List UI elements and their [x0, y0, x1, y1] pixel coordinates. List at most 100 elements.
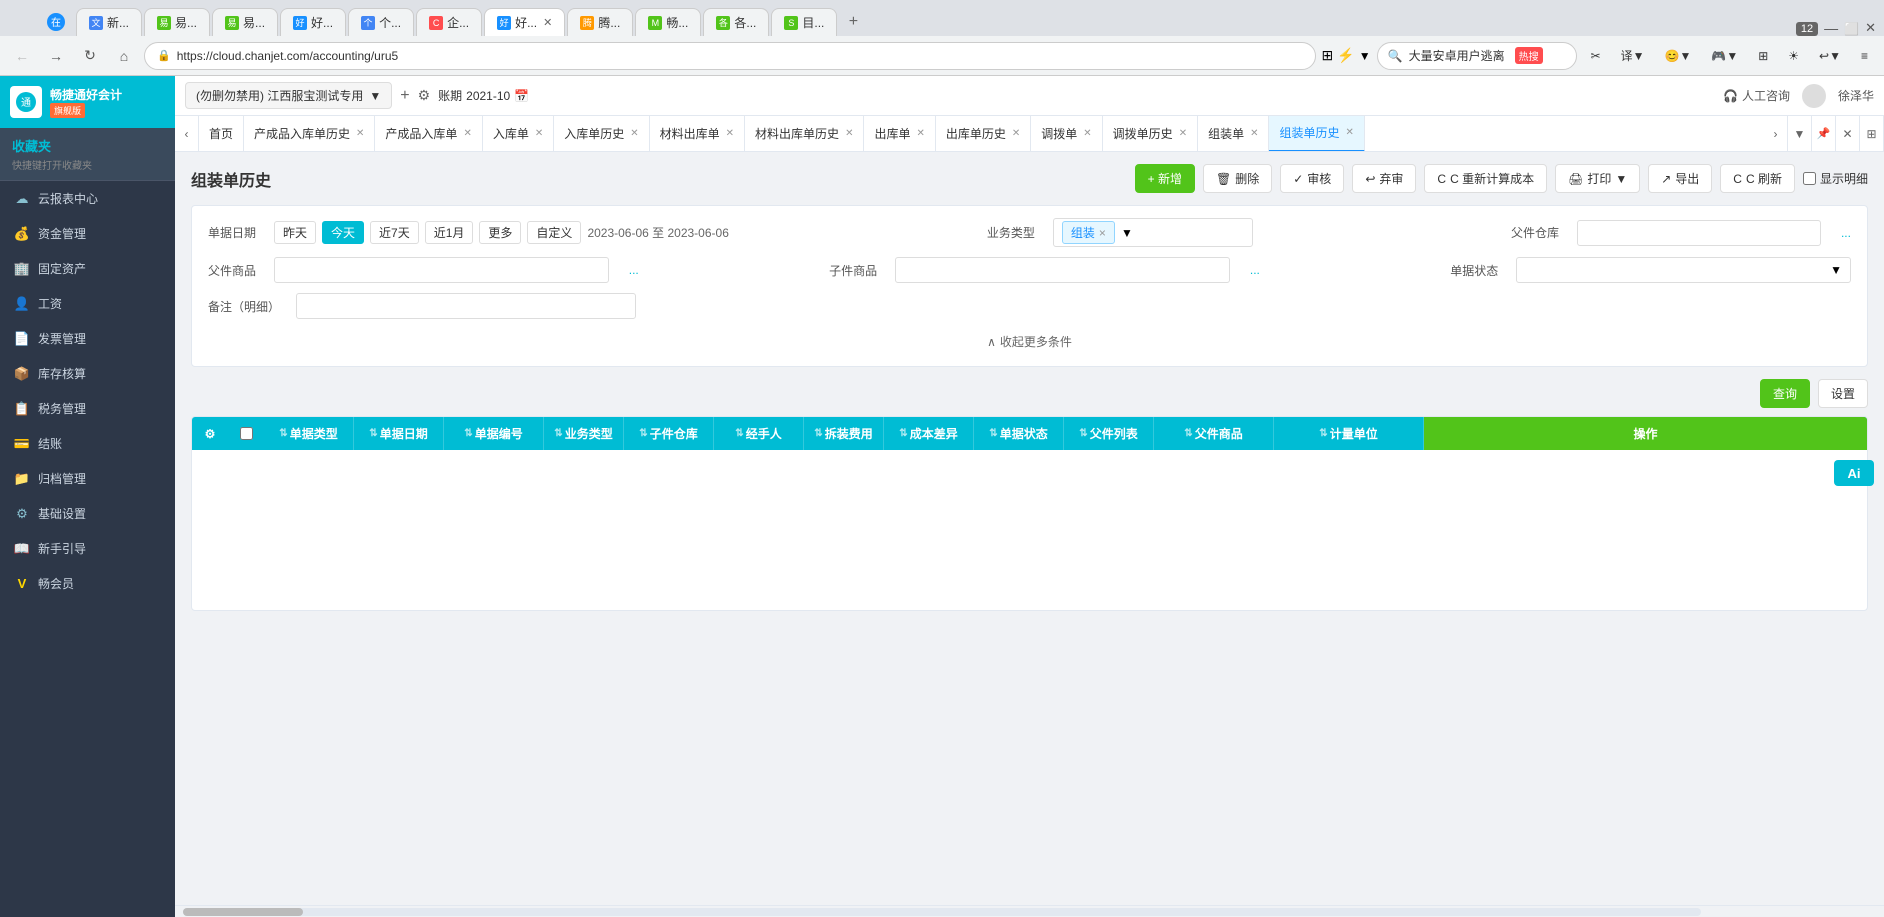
- forward-button[interactable]: →: [42, 42, 70, 70]
- translate-btn[interactable]: 译▼: [1613, 42, 1653, 70]
- lightning-icon[interactable]: ⚡: [1337, 47, 1354, 64]
- close-window-btn[interactable]: ✕: [1865, 20, 1876, 36]
- bottom-scrollbar[interactable]: [175, 905, 1884, 917]
- game-btn[interactable]: 🎮▼: [1703, 42, 1746, 70]
- th-order-type[interactable]: ⇅ 单据类型: [264, 417, 354, 450]
- ai-badge[interactable]: Ai: [1834, 460, 1874, 486]
- parent-warehouse-more[interactable]: ...: [1841, 226, 1851, 240]
- tab-scroll-left[interactable]: ‹: [175, 116, 199, 152]
- sidebar-item-reports[interactable]: ☁ 云报表中心: [0, 181, 175, 216]
- tab-close-combine-hist[interactable]: ✕: [1346, 127, 1354, 138]
- th-business-type[interactable]: ⇅ 业务类型: [544, 417, 624, 450]
- minimize-btn[interactable]: —: [1824, 20, 1838, 36]
- tab-pin-btn[interactable]: 📌: [1812, 116, 1836, 152]
- browser-tab-1[interactable]: 文 新...: [76, 8, 142, 36]
- scrollbar-thumb[interactable]: [183, 908, 303, 916]
- browser-tab-8[interactable]: 腾 腾...: [567, 8, 633, 36]
- week-btn[interactable]: 近7天: [370, 221, 419, 244]
- cut-btn[interactable]: ✂: [1583, 42, 1609, 70]
- custom-date-btn[interactable]: 自定义: [527, 221, 581, 244]
- tab-close-assembly[interactable]: ✕: [1083, 128, 1091, 139]
- today-btn[interactable]: 今天: [322, 221, 364, 244]
- tab-close-assembly-hist[interactable]: ✕: [1179, 128, 1187, 139]
- tab-close-all[interactable]: ✕: [1836, 116, 1860, 152]
- scrollbar-track[interactable]: [183, 908, 1701, 916]
- browser-tab-4[interactable]: 好 好...: [280, 8, 346, 36]
- sidebar-item-basic[interactable]: ⚙ 基础设置: [0, 496, 175, 531]
- yesterday-btn[interactable]: 昨天: [274, 221, 316, 244]
- dropdown-icon[interactable]: ▼: [1359, 49, 1371, 63]
- tab-close-out-order[interactable]: ✕: [916, 128, 924, 139]
- parent-goods-more[interactable]: ...: [629, 263, 639, 277]
- search-bar[interactable]: 🔍 大量安卓用户逃离 热搜: [1377, 42, 1577, 70]
- tab-in-history[interactable]: 入库单历史 ✕: [554, 116, 649, 152]
- add-company-btn[interactable]: +: [400, 87, 409, 105]
- remove-business-type[interactable]: ×: [1099, 226, 1106, 240]
- tab-close-in-order[interactable]: ✕: [535, 128, 543, 139]
- tab-home[interactable]: 首页: [199, 116, 244, 152]
- table-settings-col[interactable]: ⚙: [192, 427, 228, 441]
- sidebar-item-finance[interactable]: 💰 资金管理: [0, 216, 175, 251]
- tab-assembly[interactable]: 调拨单 ✕: [1031, 116, 1102, 152]
- select-all-checkbox[interactable]: [240, 427, 253, 440]
- new-button[interactable]: + 新增: [1135, 164, 1195, 193]
- tab-material-out[interactable]: 材料出库单 ✕: [650, 116, 745, 152]
- sidebar-item-member[interactable]: V 畅会员: [0, 566, 175, 601]
- tab-close-7[interactable]: ✕: [543, 16, 552, 29]
- tab-combine-history[interactable]: 组装单历史 ✕: [1269, 116, 1364, 152]
- sidebar-item-assets[interactable]: 🏢 固定资产: [0, 251, 175, 286]
- sidebar-item-salary[interactable]: 👤 工资: [0, 286, 175, 321]
- sidebar-item-settlement[interactable]: 💳 结账: [0, 426, 175, 461]
- tab-close-out-hist[interactable]: ✕: [1012, 128, 1020, 139]
- tab-production-in[interactable]: 产成品入库单 ✕: [375, 116, 482, 152]
- th-order-status[interactable]: ⇅ 单据状态: [974, 417, 1064, 450]
- month-btn[interactable]: 近1月: [425, 221, 474, 244]
- note-input[interactable]: [296, 293, 636, 319]
- grid-view-btn[interactable]: ⊞: [1750, 42, 1776, 70]
- tab-out-history[interactable]: 出库单历史 ✕: [936, 116, 1031, 152]
- recalculate-button[interactable]: C C 重新计算成本: [1424, 164, 1547, 193]
- delete-button[interactable]: 🗑 删除: [1203, 164, 1272, 193]
- print-button[interactable]: 🖨 打印 ▼: [1555, 164, 1640, 193]
- approve-button[interactable]: ✓ 审核: [1280, 164, 1344, 193]
- order-status-select[interactable]: ▼: [1516, 257, 1851, 283]
- tab-settings-all[interactable]: ⊞: [1860, 116, 1884, 152]
- business-type-input[interactable]: 组装 × ▼: [1053, 218, 1253, 247]
- parent-goods-input[interactable]: [274, 257, 609, 283]
- more-date-btn[interactable]: 更多: [479, 221, 521, 244]
- settings-btn[interactable]: ⚙: [418, 87, 431, 104]
- consultant-btn[interactable]: 🎧 人工咨询: [1723, 87, 1790, 104]
- th-order-no[interactable]: ⇅ 单据编号: [444, 417, 544, 450]
- business-type-dropdown[interactable]: ▼: [1121, 226, 1133, 240]
- display-detail-toggle[interactable]: 显示明细: [1803, 170, 1868, 187]
- tab-scroll-right[interactable]: ›: [1764, 116, 1788, 152]
- collapse-button[interactable]: ∧ 收起更多条件: [208, 329, 1851, 354]
- child-goods-input[interactable]: [895, 257, 1230, 283]
- browser-tab-9[interactable]: M 畅...: [635, 8, 701, 36]
- th-operator[interactable]: ⇅ 经手人: [714, 417, 804, 450]
- th-disassemble-fee[interactable]: ⇅ 拆装费用: [804, 417, 884, 450]
- back-button[interactable]: ←: [8, 42, 36, 70]
- table-settings-icon[interactable]: ⚙: [205, 427, 216, 441]
- tab-close-mat-out-hist[interactable]: ✕: [845, 128, 853, 139]
- parent-warehouse-input[interactable]: [1577, 220, 1821, 246]
- sidebar-item-inventory[interactable]: 📦 库存核算: [0, 356, 175, 391]
- grid-icon[interactable]: ⊞: [1322, 47, 1334, 64]
- th-order-date[interactable]: ⇅ 单据日期: [354, 417, 444, 450]
- tab-in-order[interactable]: 入库单 ✕: [483, 116, 554, 152]
- tab-assembly-history[interactable]: 调拨单历史 ✕: [1103, 116, 1198, 152]
- abandon-button[interactable]: ↩ 弃审: [1352, 164, 1416, 193]
- sidebar-item-guide[interactable]: 📖 新手引导: [0, 531, 175, 566]
- brightness-btn[interactable]: ☀: [1780, 42, 1807, 70]
- sidebar-item-tax[interactable]: 📋 税务管理: [0, 391, 175, 426]
- company-selector[interactable]: (勿删勿禁用) 江西服宝测试专用 ▼: [185, 82, 392, 109]
- browser-tab-10[interactable]: 各 各...: [703, 8, 769, 36]
- th-parent-list[interactable]: ⇅ 父件列表: [1064, 417, 1154, 450]
- browser-tab-2[interactable]: 易 易...: [144, 8, 210, 36]
- sidebar-item-invoice[interactable]: 📄 发票管理: [0, 321, 175, 356]
- emoji-btn[interactable]: 😊▼: [1657, 42, 1700, 70]
- reload-button[interactable]: ↻: [76, 42, 104, 70]
- display-detail-checkbox[interactable]: [1803, 172, 1816, 185]
- th-unit[interactable]: ⇅ 计量单位: [1274, 417, 1424, 450]
- th-parent-goods[interactable]: ⇅ 父件商品: [1154, 417, 1274, 450]
